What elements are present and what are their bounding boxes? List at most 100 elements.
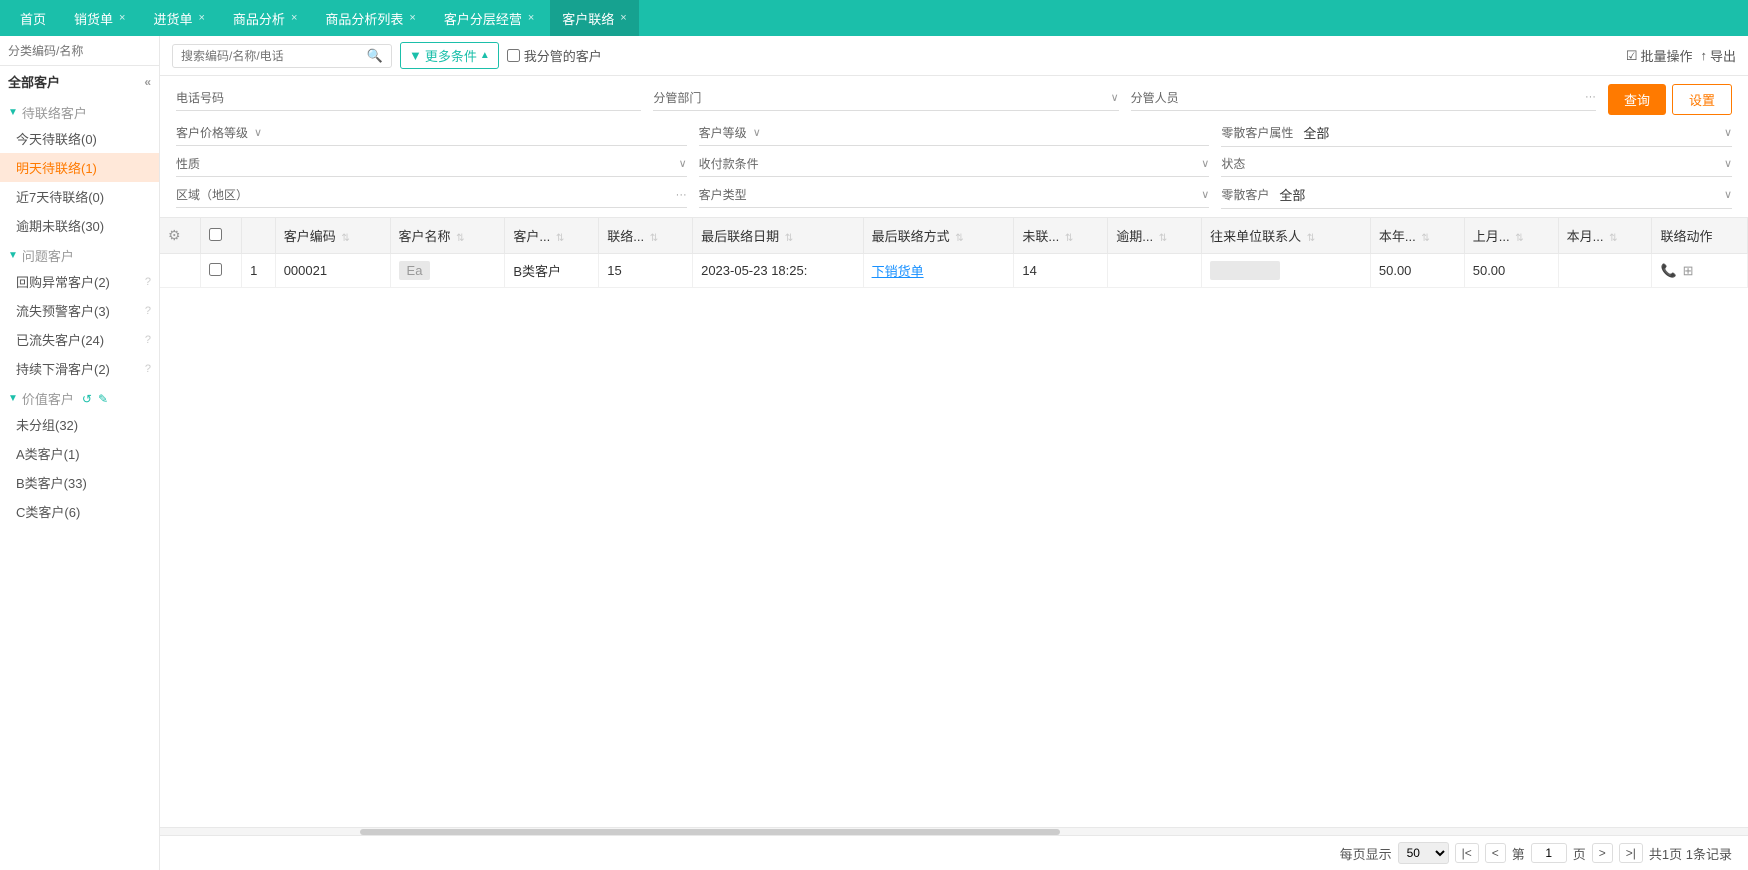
filter-actions: ☑ 批量操作 ↑ 导出 [1626,46,1736,65]
retail-customer-dropdown-icon: ∨ [1724,188,1732,201]
col-last-date[interactable]: 最后联络日期 ⇅ [693,218,863,254]
nav-purchase-order-close[interactable]: × [198,12,204,24]
nature-dropdown-icon: ∨ [679,157,687,170]
sidebar-item-week-pending[interactable]: 近7天待联络(0) [0,182,159,211]
settings-button[interactable]: 设置 [1672,84,1732,115]
nav-sales-order-close[interactable]: × [119,12,125,24]
col-last-month[interactable]: 上月... ⇅ [1464,218,1558,254]
col-overdue[interactable]: 逾期... ⇅ [1108,218,1202,254]
sidebar-item-a-class[interactable]: A类客户(1) [0,439,159,468]
last-method-sort-icon: ⇅ [955,233,963,244]
filter-row-2: 客户价格等级 ∨ 客户等级 ∨ 零散客户属性 全部 ∨ [176,123,1732,147]
retail-attr-dropdown-icon: ∨ [1724,126,1732,139]
col-this-month[interactable]: 本月... ⇅ [1558,218,1652,254]
page-last-btn[interactable]: >| [1619,843,1643,863]
filter-manager-input[interactable] [1185,90,1579,104]
filter-phone: 电话号码 [176,89,641,111]
action-grid-icon[interactable]: ⊞ [1683,263,1694,279]
filter-more-conditions[interactable]: ▼ 更多条件 ▲ [400,42,499,69]
row-not-contacted: 14 [1014,254,1108,288]
select-all-checkbox[interactable] [209,228,222,241]
sidebar-item-overdue-pending[interactable]: 逾期未联络(30) [0,211,159,240]
sidebar-item-tomorrow-pending[interactable]: 明天待联络(1) [0,153,159,182]
scrollbar-thumb[interactable] [360,829,1060,835]
sidebar-all-customers[interactable]: 全部客户 « [0,66,159,97]
top-navigation: 首页 销货单 × 进货单 × 商品分析 × 商品分析列表 × 客户分层经营 × … [0,0,1748,36]
export-icon: ↑ [1700,48,1707,63]
this-year-sort-icon: ⇅ [1421,233,1429,244]
nav-product-analysis-list-close[interactable]: × [409,12,415,24]
row-type: B类客户 [505,254,599,288]
filter-price-level: 客户价格等级 ∨ [176,124,687,146]
type-sort-icon: ⇅ [556,233,564,244]
sidebar-item-churned[interactable]: 已流失客户(24) ? [0,325,159,354]
col-contact[interactable]: 联络... ⇅ [599,218,693,254]
nav-home[interactable]: 首页 [8,0,58,36]
export-button[interactable]: ↑ 导出 [1700,46,1736,65]
nav-customer-tiering[interactable]: 客户分层经营 × [432,0,546,36]
not-contacted-sort-icon: ⇅ [1065,233,1073,244]
page-first-btn[interactable]: |< [1455,843,1479,863]
nav-customer-contact-close[interactable]: × [620,12,626,24]
dept-dropdown-icon: ∨ [1111,91,1119,104]
filter-search-input[interactable] [181,49,363,63]
filter-icon: ▼ [409,48,422,63]
value-group-refresh[interactable]: ↺ [82,392,92,406]
page-size-select[interactable]: 50 100 200 [1398,842,1449,864]
nav-product-analysis-close[interactable]: × [291,12,297,24]
sidebar: 🔍 全部客户 « ▼ 待联络客户 今天待联络(0) 明天待联络(1) 近7天待联… [0,36,160,870]
customers-table: ⚙ 客户编码 ⇅ 客户名称 ⇅ 客户... ⇅ [160,218,1748,288]
filter-search-icon[interactable]: 🔍 [367,48,383,64]
col-not-contacted[interactable]: 未联... ⇅ [1014,218,1108,254]
sidebar-search-input[interactable] [8,44,160,58]
sidebar-item-ungrouped[interactable]: 未分组(32) [0,410,159,439]
region-more-icon[interactable]: ··· [676,189,687,201]
nav-purchase-order[interactable]: 进货单 × [141,0,216,36]
nav-product-analysis[interactable]: 商品分析 × [221,0,309,36]
value-group-edit[interactable]: ✎ [98,392,108,406]
filter-my-customers[interactable]: 我分管的客户 [507,46,602,65]
row-select-checkbox[interactable] [209,263,222,276]
nav-product-analysis-list[interactable]: 商品分析列表 × [313,0,427,36]
nav-sales-order[interactable]: 销货单 × [62,0,137,36]
action-phone-icon[interactable]: 📞 [1660,263,1676,279]
row-name: Ea [390,254,505,288]
row-this-month [1558,254,1652,288]
col-type[interactable]: 客户... ⇅ [505,218,599,254]
batch-ops-button[interactable]: ☑ 批量操作 [1626,46,1693,65]
filter-phone-input[interactable] [230,90,641,104]
filter-nature: 性质 ∨ [176,155,687,177]
nav-customer-tiering-close[interactable]: × [528,12,534,24]
unit-contact-sort-icon: ⇅ [1307,233,1315,244]
sidebar-item-today-pending[interactable]: 今天待联络(0) [0,124,159,153]
col-last-method[interactable]: 最后联络方式 ⇅ [863,218,1014,254]
nav-customer-contact[interactable]: 客户联络 × [550,0,638,36]
payment-dropdown-icon: ∨ [1201,157,1209,170]
page-prev-btn[interactable]: < [1485,843,1506,863]
last-method-link[interactable]: 下销货单 [872,264,924,279]
sidebar-item-c-class[interactable]: C类客户(6) [0,497,159,526]
col-unit-contact[interactable]: 往来单位联系人 ⇅ [1202,218,1371,254]
gear-icon[interactable]: ⚙ [168,227,181,243]
sidebar-value-group: ▼ 价值客户 ↺ ✎ [0,383,159,410]
page-next-btn[interactable]: > [1592,843,1613,863]
help-icon-churn-warning: ? [145,305,151,317]
col-this-year[interactable]: 本年... ⇅ [1370,218,1464,254]
row-unit-contact [1202,254,1371,288]
query-button[interactable]: 查询 [1608,84,1666,115]
col-name[interactable]: 客户名称 ⇅ [390,218,505,254]
sidebar-item-churn-warning[interactable]: 流失预警客户(3) ? [0,296,159,325]
filter-search-wrapper: 🔍 [172,44,392,68]
sidebar-item-declining[interactable]: 持续下滑客户(2) ? [0,354,159,383]
page-number-input[interactable] [1531,843,1567,863]
sidebar-collapse-icon: « [144,75,151,89]
my-customers-checkbox[interactable] [507,49,520,62]
row-this-year: 50.00 [1370,254,1464,288]
sidebar-item-repurchase-abnormal[interactable]: 回购异常客户(2) ? [0,267,159,296]
col-code[interactable]: 客户编码 ⇅ [275,218,390,254]
row-action: 📞 ⊞ [1652,254,1748,288]
filter-dept-input[interactable] [707,90,1104,104]
sidebar-item-b-class[interactable]: B类客户(33) [0,468,159,497]
horizontal-scrollbar[interactable] [160,827,1748,835]
manager-more-icon[interactable]: ··· [1585,91,1596,103]
